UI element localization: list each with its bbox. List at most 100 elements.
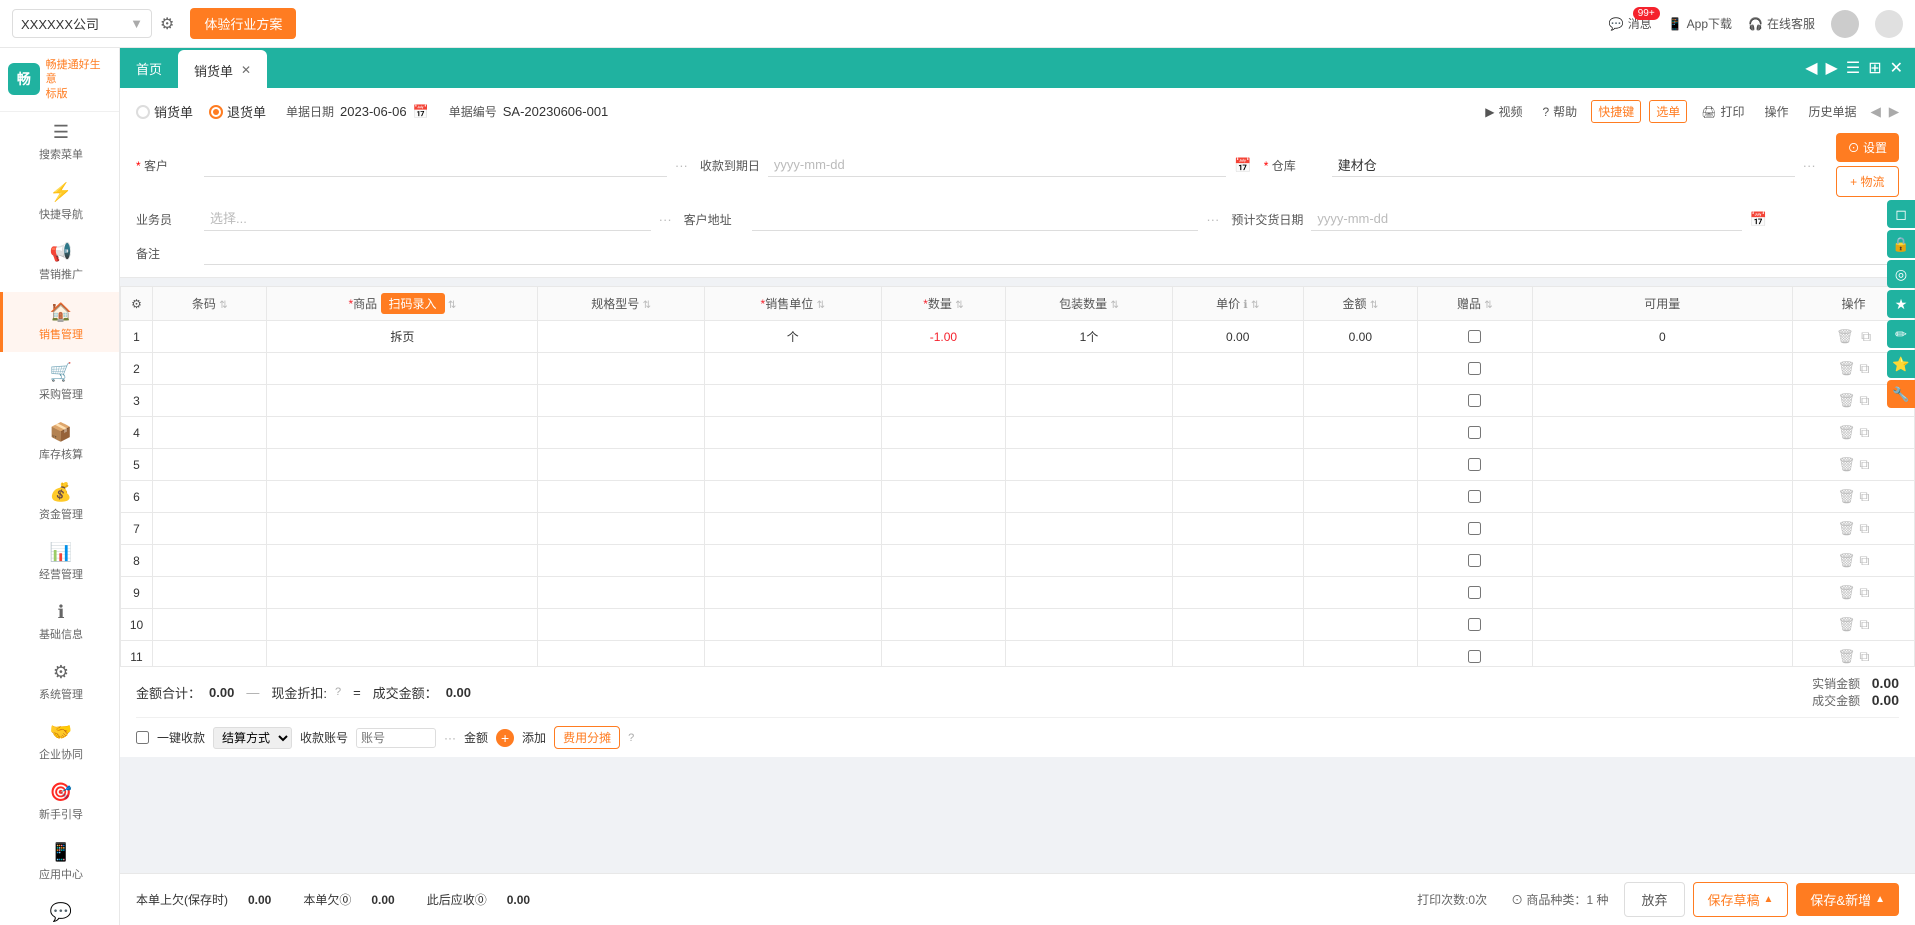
tab-close-icon[interactable]: ✕ [241,63,251,77]
expected-date-calendar-icon[interactable]: 📅 [1750,211,1767,228]
copy-icon-7[interactable]: ⧉ [1857,520,1871,536]
delete-icon-8[interactable]: 🗑 [1836,552,1858,568]
side-float-btn-3[interactable]: ◎ [1887,260,1915,288]
row-qty-1[interactable]: -1.00 [881,321,1006,353]
customer-addr-input[interactable] [752,207,1199,231]
side-float-btn-5[interactable]: ✏ [1887,320,1915,348]
draft-btn[interactable]: 保存草稿 ▲ [1693,882,1789,917]
unit-sort-icon[interactable]: ⇅ [817,300,825,311]
side-float-btn-7[interactable]: 🔧 [1887,380,1915,408]
customer-dots[interactable]: ··· [675,158,688,173]
avatar2[interactable] [1875,10,1903,38]
table-scroll[interactable]: ⚙ 条码 ⇅ *商品 扫码录入 ⇅ [120,286,1915,666]
sidebar-item-basic[interactable]: ℹ 基础信息 [0,592,119,652]
goods-sort-icon[interactable]: ⇅ [448,300,456,311]
customer-input[interactable] [204,153,667,177]
note-input[interactable] [204,241,1899,265]
gift-checkbox-3[interactable] [1468,394,1481,407]
nav-next-btn[interactable]: ▶ [1826,58,1838,78]
sidebar-item-system[interactable]: ⚙ 系统管理 [0,652,119,712]
gift-checkbox-9[interactable] [1468,586,1481,599]
settings-icon-btn[interactable]: ⚙ [160,14,174,34]
dots-icon[interactable]: ··· [444,731,456,745]
copy-icon-5[interactable]: ⧉ [1857,456,1871,472]
message-btn[interactable]: 💬 消息 99+ [1609,15,1652,32]
copy-icon-4[interactable]: ⧉ [1857,424,1871,440]
expected-date-input[interactable] [1311,207,1741,231]
delete-icon-10[interactable]: 🗑 [1836,616,1858,632]
copy-icon-8[interactable]: ⧉ [1857,552,1871,568]
copy-icon-2[interactable]: ⧉ [1857,360,1871,376]
row-gift-1[interactable] [1418,321,1532,353]
add-payment-btn[interactable]: + [496,729,514,747]
customer-addr-dots[interactable]: ··· [1206,212,1219,227]
copy-icon-10[interactable]: ⧉ [1857,616,1871,632]
copy-icon-9[interactable]: ⧉ [1857,584,1871,600]
avatar[interactable] [1831,10,1859,38]
delete-icon-11[interactable]: 🗑 [1836,648,1858,664]
nav-next-icon-btn[interactable]: ▶ [1889,104,1899,120]
price-sort-icon[interactable]: ⇅ [1251,300,1259,311]
app-download-btn[interactable]: 📱 App下载 [1668,15,1732,32]
scan-btn[interactable]: 扫码录入 [381,293,445,314]
sidebar-item-guide[interactable]: 🎯 新手引导 [0,772,119,832]
sidebar-item-apps[interactable]: 📱 应用中心 [0,832,119,892]
warehouse-dots[interactable]: ··· [1803,158,1816,173]
price-help-icon[interactable]: ℹ [1243,299,1247,311]
gear-icon[interactable]: ⚙ [131,297,142,311]
salesman-dots[interactable]: ··· [659,212,672,227]
sidebar-item-finance[interactable]: 💰 资金管理 [0,472,119,532]
copy-icon-6[interactable]: ⧉ [1857,488,1871,504]
gift-checkbox-8[interactable] [1468,554,1481,567]
gift-checkbox-1[interactable] [1468,330,1481,343]
sidebar-item-inventory[interactable]: 📦 库存核算 [0,412,119,472]
discard-btn[interactable]: 放弃 [1624,882,1684,917]
delete-icon-6[interactable]: 🗑 [1836,488,1858,504]
select-btn[interactable]: 选单 [1649,100,1687,123]
sidebar-item-quick-nav[interactable]: ⚡ 快捷导航 [0,172,119,232]
radio-sale[interactable]: 销货单 [136,102,193,121]
sidebar-item-search[interactable]: ☰ 搜索菜单 [0,112,119,172]
nav-prev-icon-btn[interactable]: ◀ [1871,104,1881,120]
spec-sort[interactable]: 规格型号 ⇅ [591,297,651,311]
radio-return[interactable]: 退货单 [209,102,266,121]
row-barcode-1[interactable] [153,321,267,353]
sidebar-item-operation[interactable]: 📊 经营管理 [0,532,119,592]
amount-sort-icon[interactable]: ⇅ [1370,300,1378,311]
tab-home[interactable]: 首页 [120,48,178,88]
copy-icon-3[interactable]: ⧉ [1857,392,1871,408]
view-list-btn[interactable]: ☰ [1846,58,1860,78]
side-float-btn-6[interactable]: ⭐ [1887,350,1915,378]
barcode-sort[interactable]: 条码 ⇅ [192,297,228,311]
gift-checkbox-4[interactable] [1468,426,1481,439]
shortcut-btn[interactable]: 快捷键 [1591,100,1641,123]
gift-checkbox-2[interactable] [1468,362,1481,375]
side-float-btn-4[interactable]: ★ [1887,290,1915,318]
delete-icon-3[interactable]: 🗑 [1836,392,1858,408]
settings-btn[interactable]: ⊙ 设置 [1836,133,1899,162]
fee-help-icon[interactable]: ? [628,732,634,744]
gift-checkbox-10[interactable] [1468,618,1481,631]
delete-icon-7[interactable]: 🗑 [1836,520,1858,536]
delete-icon-4[interactable]: 🗑 [1836,424,1858,440]
sidebar-item-collab[interactable]: 🤝 企业协同 [0,712,119,772]
nav-prev-btn[interactable]: ◀ [1805,58,1817,78]
video-btn[interactable]: ▶ 视频 [1479,100,1528,123]
qty-sort-icon[interactable]: ⇅ [955,300,963,311]
delete-icon-5[interactable]: 🗑 [1836,456,1858,472]
row-spec-1[interactable] [538,321,705,353]
gift-checkbox-7[interactable] [1468,522,1481,535]
pkg-qty-sort-icon[interactable]: ⇅ [1110,300,1118,311]
discount-help-icon[interactable]: ? [335,686,341,698]
sidebar-item-marketing[interactable]: 📢 营销推广 [0,232,119,292]
side-float-btn-2[interactable]: 🔒 [1887,230,1915,258]
gift-checkbox-11[interactable] [1468,650,1481,663]
one-key-payment-checkbox[interactable] [136,731,149,744]
sidebar-item-sales[interactable]: 🏠 销售管理 [0,292,119,352]
delete-icon-9[interactable]: 🗑 [1836,584,1858,600]
tab-sale-order[interactable]: 销货单 ✕ [178,50,267,90]
sidebar-item-purchase[interactable]: 🛒 采购管理 [0,352,119,412]
calendar-icon[interactable]: 📅 [413,104,429,120]
close-all-btn[interactable]: ✕ [1890,58,1903,78]
delete-icon-1[interactable]: 🗑 [1834,328,1856,344]
